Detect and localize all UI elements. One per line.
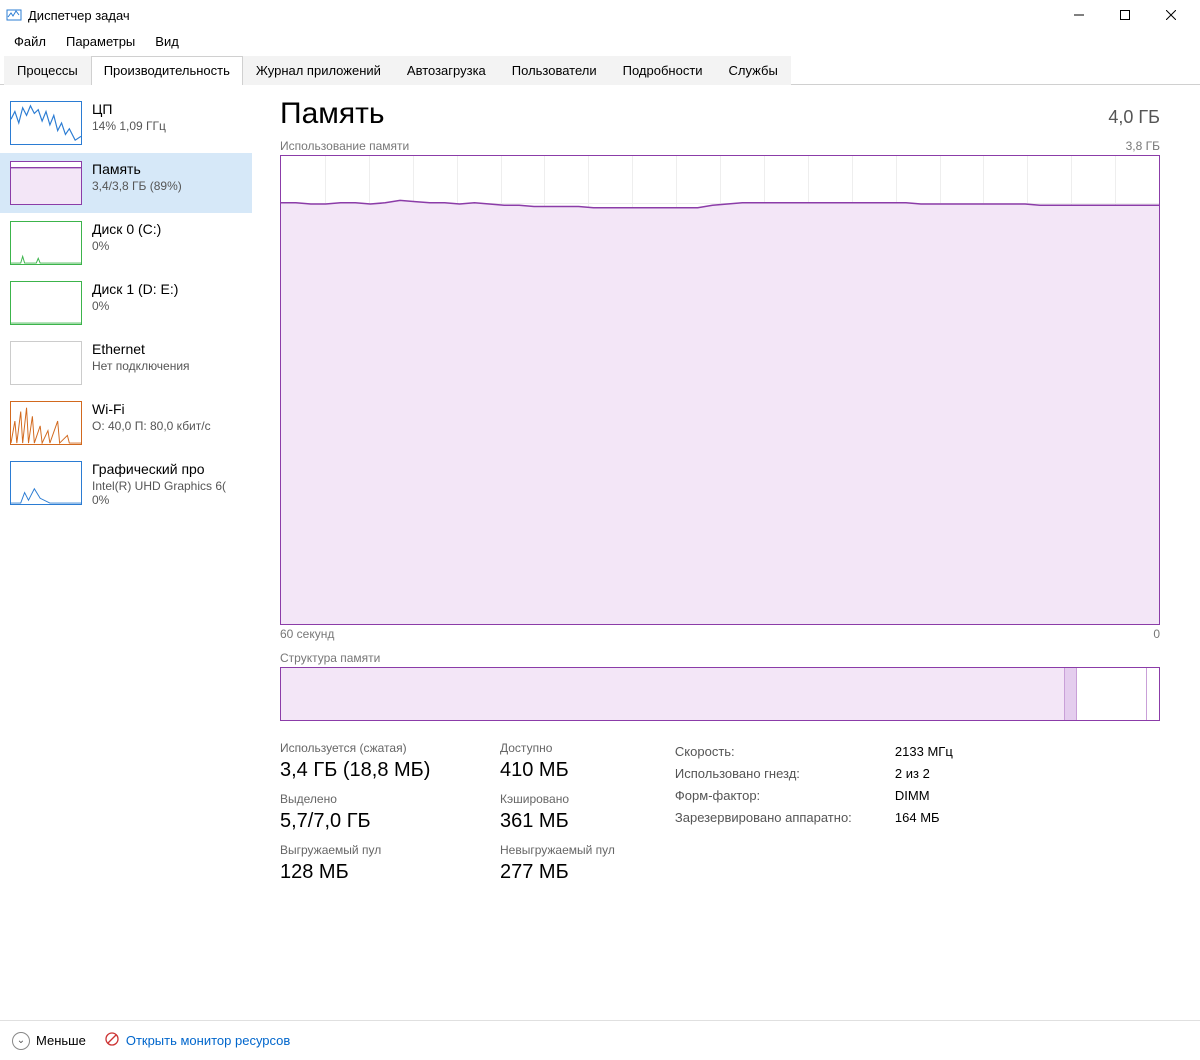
menu-options[interactable]: Параметры: [58, 32, 143, 51]
slots-label: Использовано гнезд:: [675, 763, 885, 785]
sidebar-item-label: Графический про: [92, 461, 226, 477]
disk-thumb-icon: [10, 281, 82, 325]
sidebar-item-stat: О: 40,0 П: 80,0 кбит/с: [92, 419, 211, 433]
form-value: DIMM: [895, 785, 930, 807]
hardware-info: Скорость: 2133 МГц Использовано гнезд: 2 и…: [675, 741, 953, 884]
in-use-value: 3,4 ГБ (18,8 МБ): [280, 759, 460, 782]
sidebar-item-gpu[interactable]: Графический про Intel(R) UHD Graphics 6(…: [0, 453, 252, 515]
composition-segment: [281, 668, 1065, 720]
sidebar: ЦП 14% 1,09 ГГц Память 3,4/3,8 ГБ (89%) …: [0, 85, 252, 1020]
nonpaged-label: Невыгружаемый пул: [500, 843, 615, 857]
sidebar-item-stat: 3,4/3,8 ГБ (89%): [92, 179, 182, 193]
slots-value: 2 из 2: [895, 763, 930, 785]
tab-details[interactable]: Подробности: [610, 56, 716, 85]
chart-xleft-label: 60 секунд: [280, 627, 334, 641]
chart-ymax-label: 3,8 ГБ: [1126, 139, 1160, 153]
footer: ⌄ Меньше Открыть монитор ресурсов: [0, 1020, 1200, 1060]
main-panel: Память 4,0 ГБ Использование памяти 3,8 Г…: [252, 85, 1200, 1020]
sidebar-item-stat: 0%: [92, 299, 178, 313]
available-value: 410 МБ: [500, 759, 569, 782]
memory-thumb-icon: [10, 161, 82, 205]
in-use-label: Используется (сжатая): [280, 741, 460, 755]
details-section: Используется (сжатая) 3,4 ГБ (18,8 МБ) Д…: [280, 741, 1160, 884]
tabstrip: Процессы Производительность Журнал прило…: [0, 55, 1200, 85]
sidebar-item-label: Память: [92, 161, 182, 177]
window-title: Диспетчер задач: [28, 8, 130, 23]
sidebar-item-stat: Intel(R) UHD Graphics 6( 0%: [92, 479, 226, 507]
titlebar: Диспетчер задач: [0, 0, 1200, 30]
composition-segment: [1147, 668, 1159, 720]
speed-label: Скорость:: [675, 741, 885, 763]
menubar: Файл Параметры Вид: [0, 30, 1200, 55]
sidebar-item-memory[interactable]: Память 3,4/3,8 ГБ (89%): [0, 153, 252, 213]
memory-usage-chart: [280, 155, 1160, 625]
reserved-value: 164 МБ: [895, 807, 940, 829]
menu-file[interactable]: Файл: [6, 32, 54, 51]
memory-composition-bar: [280, 667, 1160, 721]
tab-performance[interactable]: Производительность: [91, 56, 243, 85]
composition-segment: [1065, 668, 1078, 720]
cached-label: Кэшировано: [500, 792, 569, 806]
sidebar-item-label: ЦП: [92, 101, 166, 117]
sidebar-item-label: Wi-Fi: [92, 401, 211, 417]
window-controls: [1056, 0, 1194, 30]
gpu-thumb-icon: [10, 461, 82, 505]
wifi-thumb-icon: [10, 401, 82, 445]
available-label: Доступно: [500, 741, 569, 755]
sidebar-item-label: Ethernet: [92, 341, 190, 357]
tab-users[interactable]: Пользователи: [499, 56, 610, 85]
resource-monitor-icon: [104, 1031, 120, 1050]
cached-value: 361 МБ: [500, 810, 569, 833]
sidebar-item-label: Диск 1 (D: E:): [92, 281, 178, 297]
sidebar-item-wifi[interactable]: Wi-Fi О: 40,0 П: 80,0 кбит/с: [0, 393, 252, 453]
content: ЦП 14% 1,09 ГГц Память 3,4/3,8 ГБ (89%) …: [0, 85, 1200, 1020]
resource-monitor-label: Открыть монитор ресурсов: [126, 1033, 290, 1048]
composition-segment: [1077, 668, 1147, 720]
cpu-thumb-icon: [10, 101, 82, 145]
sidebar-item-disk0[interactable]: Диск 0 (C:) 0%: [0, 213, 252, 273]
open-resource-monitor-link[interactable]: Открыть монитор ресурсов: [104, 1031, 290, 1050]
sidebar-item-stat: Нет подключения: [92, 359, 190, 373]
app-icon: [6, 7, 22, 23]
committed-label: Выделено: [280, 792, 460, 806]
disk-thumb-icon: [10, 221, 82, 265]
nonpaged-value: 277 МБ: [500, 861, 615, 884]
sidebar-item-disk1[interactable]: Диск 1 (D: E:) 0%: [0, 273, 252, 333]
minimize-button[interactable]: [1056, 0, 1102, 30]
close-button[interactable]: [1148, 0, 1194, 30]
tab-services[interactable]: Службы: [716, 56, 791, 85]
paged-value: 128 МБ: [280, 861, 460, 884]
chart-title-label: Использование памяти: [280, 139, 409, 153]
chart-xright-label: 0: [1153, 627, 1160, 641]
paged-label: Выгружаемый пул: [280, 843, 460, 857]
fewer-details-label: Меньше: [36, 1033, 86, 1048]
composition-label: Структура памяти: [280, 651, 1160, 665]
chevron-down-icon: ⌄: [12, 1032, 30, 1050]
page-title: Память: [280, 97, 385, 131]
committed-value: 5,7/7,0 ГБ: [280, 810, 460, 833]
sidebar-item-label: Диск 0 (C:): [92, 221, 161, 237]
tab-processes[interactable]: Процессы: [4, 56, 91, 85]
fewer-details-button[interactable]: ⌄ Меньше: [12, 1032, 86, 1050]
capacity-label: 4,0 ГБ: [1108, 107, 1160, 128]
menu-view[interactable]: Вид: [147, 32, 187, 51]
reserved-label: Зарезервировано аппаратно:: [675, 807, 885, 829]
speed-value: 2133 МГц: [895, 741, 953, 763]
sidebar-item-stat: 0%: [92, 239, 161, 253]
ethernet-thumb-icon: [10, 341, 82, 385]
tab-app-history[interactable]: Журнал приложений: [243, 56, 394, 85]
tab-startup[interactable]: Автозагрузка: [394, 56, 499, 85]
maximize-button[interactable]: [1102, 0, 1148, 30]
sidebar-item-cpu[interactable]: ЦП 14% 1,09 ГГц: [0, 93, 252, 153]
sidebar-item-stat: 14% 1,09 ГГц: [92, 119, 166, 133]
sidebar-item-ethernet[interactable]: Ethernet Нет подключения: [0, 333, 252, 393]
form-label: Форм-фактор:: [675, 785, 885, 807]
